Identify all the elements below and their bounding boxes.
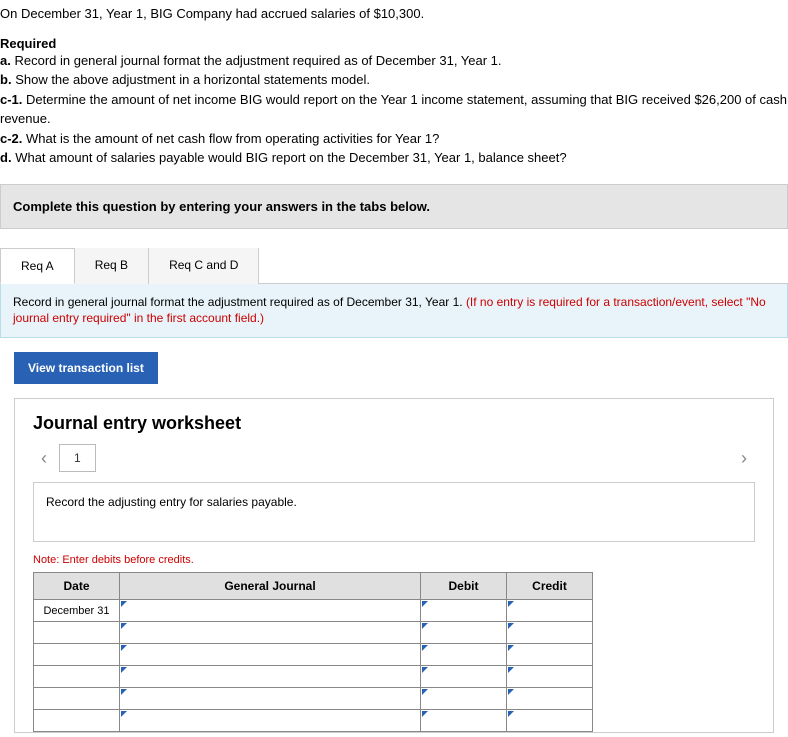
cell-debit[interactable]	[421, 688, 507, 710]
req-text: Determine the amount of net income BIG w…	[0, 92, 787, 127]
table-row	[34, 666, 593, 688]
cell-general-journal[interactable]	[120, 666, 421, 688]
cell-credit[interactable]	[507, 600, 593, 622]
entry-number-tab[interactable]: 1	[59, 444, 96, 472]
dropdown-icon	[422, 667, 428, 673]
cell-credit[interactable]	[507, 710, 593, 732]
table-row: December 31	[34, 600, 593, 622]
dropdown-icon	[422, 601, 428, 607]
entry-instruction: Record the adjusting entry for salaries …	[33, 482, 755, 542]
tab-instruction: Record in general journal format the adj…	[0, 284, 788, 339]
req-letter: b.	[0, 72, 12, 87]
dropdown-icon	[508, 667, 514, 673]
cell-debit[interactable]	[421, 666, 507, 688]
dropdown-icon	[121, 711, 127, 717]
table-row	[34, 644, 593, 666]
requirements-list: a. Record in general journal format the …	[0, 51, 788, 168]
header-date: Date	[34, 573, 120, 600]
req-letter: c-1.	[0, 92, 22, 107]
question-intro: On December 31, Year 1, BIG Company had …	[0, 4, 788, 24]
dropdown-icon	[422, 623, 428, 629]
req-text: Show the above adjustment in a horizonta…	[15, 72, 370, 87]
instruction-bar: Complete this question by entering your …	[0, 184, 788, 229]
dropdown-icon	[121, 689, 127, 695]
dropdown-icon	[422, 645, 428, 651]
cell-general-journal[interactable]	[120, 600, 421, 622]
header-credit: Credit	[507, 573, 593, 600]
required-label: Required	[0, 36, 788, 51]
cell-date[interactable]: December 31	[34, 600, 120, 622]
cell-date[interactable]	[34, 644, 120, 666]
dropdown-icon	[121, 645, 127, 651]
cell-debit[interactable]	[421, 710, 507, 732]
table-row	[34, 688, 593, 710]
cell-credit[interactable]	[507, 688, 593, 710]
cell-general-journal[interactable]	[120, 622, 421, 644]
req-text: What amount of salaries payable would BI…	[15, 150, 566, 165]
cell-date[interactable]	[34, 622, 120, 644]
cell-date[interactable]	[34, 666, 120, 688]
prev-entry-icon[interactable]: ‹	[33, 448, 55, 469]
cell-debit[interactable]	[421, 600, 507, 622]
journal-table: Date General Journal Debit Credit Decemb…	[33, 572, 593, 732]
dropdown-icon	[508, 711, 514, 717]
dropdown-icon	[121, 601, 127, 607]
cell-credit[interactable]	[507, 666, 593, 688]
note-text: Note: Enter debits before credits.	[33, 554, 755, 566]
dropdown-icon	[121, 623, 127, 629]
dropdown-icon	[508, 645, 514, 651]
req-letter: a.	[0, 53, 11, 68]
dropdown-icon	[422, 711, 428, 717]
table-row	[34, 710, 593, 732]
req-text: What is the amount of net cash flow from…	[26, 131, 439, 146]
header-general-journal: General Journal	[120, 573, 421, 600]
view-transaction-list-button[interactable]: View transaction list	[14, 352, 158, 384]
tab-req-a[interactable]: Req A	[0, 248, 75, 284]
header-debit: Debit	[421, 573, 507, 600]
dropdown-icon	[121, 667, 127, 673]
dropdown-icon	[508, 689, 514, 695]
req-letter: d.	[0, 150, 12, 165]
dropdown-icon	[508, 601, 514, 607]
table-row	[34, 622, 593, 644]
cell-credit[interactable]	[507, 622, 593, 644]
dropdown-icon	[508, 623, 514, 629]
next-entry-icon[interactable]: ›	[733, 448, 755, 469]
tab-instruction-text: Record in general journal format the adj…	[13, 295, 466, 309]
tabs: Req A Req B Req C and D	[0, 247, 788, 284]
cell-credit[interactable]	[507, 644, 593, 666]
cell-debit[interactable]	[421, 622, 507, 644]
tab-req-b[interactable]: Req B	[75, 248, 149, 284]
cell-date[interactable]	[34, 710, 120, 732]
cell-general-journal[interactable]	[120, 688, 421, 710]
cell-debit[interactable]	[421, 644, 507, 666]
tab-req-c-d[interactable]: Req C and D	[149, 248, 259, 284]
journal-worksheet: Journal entry worksheet ‹ 1 › Record the…	[14, 398, 774, 733]
cell-date[interactable]	[34, 688, 120, 710]
dropdown-icon	[422, 689, 428, 695]
cell-general-journal[interactable]	[120, 644, 421, 666]
worksheet-title: Journal entry worksheet	[33, 413, 755, 434]
cell-general-journal[interactable]	[120, 710, 421, 732]
req-text: Record in general journal format the adj…	[14, 53, 501, 68]
req-letter: c-2.	[0, 131, 22, 146]
